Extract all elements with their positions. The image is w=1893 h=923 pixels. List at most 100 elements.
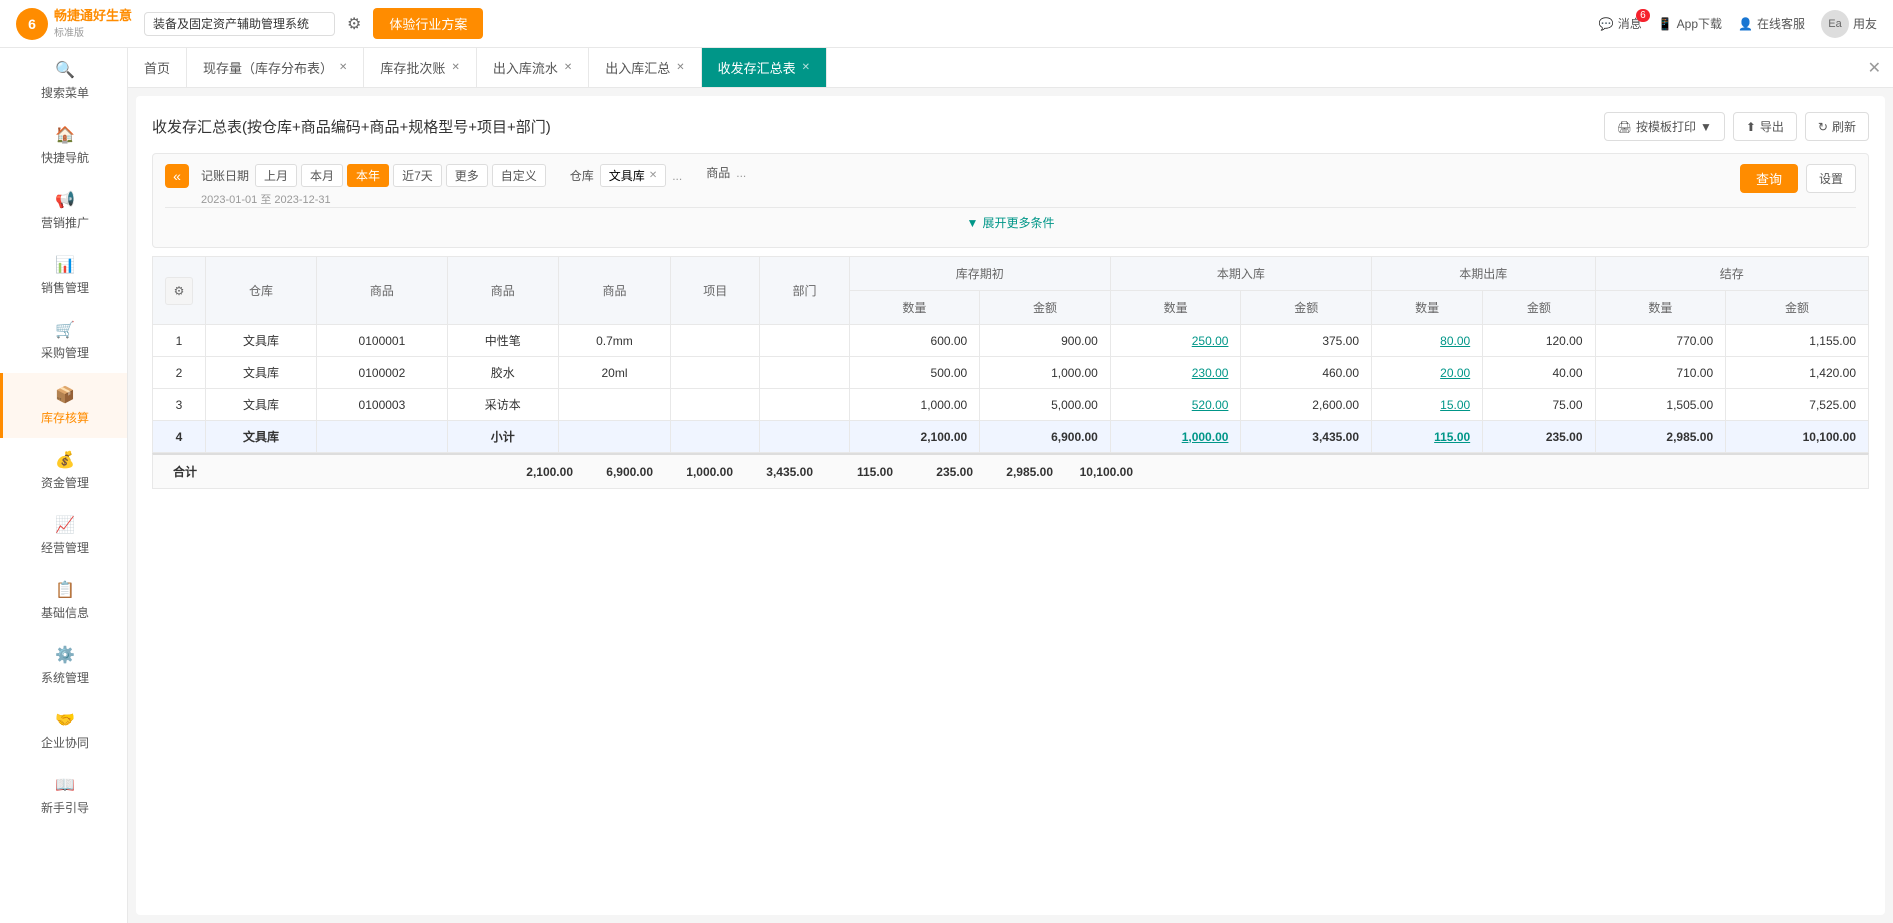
app-download-button[interactable]: 📱 App下载 — [1658, 15, 1722, 32]
cell-in-qty-link[interactable]: 250.00 — [1192, 334, 1229, 348]
search-icon: 🔍 — [55, 60, 75, 80]
cell-in-qty-link[interactable]: 1,000.00 — [1182, 430, 1229, 444]
filter-settings-button[interactable]: 设置 — [1806, 164, 1856, 193]
col-close-qty: 数量 — [1595, 291, 1726, 325]
date-btn-more[interactable]: 更多 — [446, 164, 488, 187]
cell-in-qty-link[interactable]: 520.00 — [1192, 398, 1229, 412]
cell-in-qty: 230.00 — [1110, 357, 1241, 389]
cell-close-amt: 10,100.00 — [1726, 421, 1869, 453]
col-in: 本期入库 — [1110, 257, 1371, 291]
filter-toggle-button[interactable]: « — [165, 164, 189, 188]
query-button[interactable]: 查询 — [1740, 164, 1798, 193]
sidebar-item-operations[interactable]: 📈 经营管理 — [0, 503, 127, 568]
home-icon: 🏠 — [55, 125, 75, 145]
service-icon: 👤 — [1738, 17, 1753, 31]
date-btn-custom[interactable]: 自定义 — [492, 164, 546, 187]
sidebar-item-inventory[interactable]: 📦 库存核算 — [0, 373, 127, 438]
tab-bar: 首页 现存量（库存分布表） ✕ 库存批次账 ✕ 出入库流水 ✕ 出入库汇总 ✕ — [128, 48, 1893, 88]
cell-out-qty: 15.00 — [1372, 389, 1483, 421]
date-btn-this-year[interactable]: 本年 — [347, 164, 389, 187]
trial-button[interactable]: 体验行业方案 — [373, 8, 483, 39]
base-info-icon: 📋 — [55, 580, 75, 600]
sidebar-item-guide[interactable]: 📖 新手引导 — [0, 763, 127, 828]
chevron-down-icon: ▼ — [1700, 120, 1712, 134]
cell-warehouse: 文具库 — [206, 421, 317, 453]
date-btn-this-month[interactable]: 本月 — [301, 164, 343, 187]
cell-open-amt: 6,900.00 — [980, 421, 1111, 453]
cell-out-amt: 40.00 — [1483, 357, 1595, 389]
sales-icon: 📊 — [55, 255, 75, 275]
export-button[interactable]: ⬆ 导出 — [1733, 112, 1797, 141]
warehouse-more[interactable]: ... — [672, 169, 682, 183]
tab-recv-summary[interactable]: 收发存汇总表 ✕ — [702, 48, 827, 87]
cell-open-qty: 2,100.00 — [849, 421, 980, 453]
footer-out-amt: 235.00 — [905, 465, 985, 479]
tab-home[interactable]: 首页 — [128, 48, 187, 87]
tab-batch[interactable]: 库存批次账 ✕ — [364, 48, 476, 87]
warehouse-tag-close[interactable]: ✕ — [649, 170, 657, 181]
cell-warehouse: 文具库 — [206, 325, 317, 357]
tab-close-stock-dist[interactable]: ✕ — [339, 62, 347, 73]
print-button[interactable]: 🖨 按模板打印 ▼ — [1604, 112, 1725, 141]
user-menu[interactable]: Ea 用友 — [1821, 10, 1877, 38]
sidebar-item-finance[interactable]: 💰 资金管理 — [0, 438, 127, 503]
download-icon: 📱 — [1658, 17, 1673, 31]
tab-close-summary[interactable]: ✕ — [676, 62, 684, 73]
expand-conditions-button[interactable]: ▼ 展开更多条件 — [165, 207, 1856, 237]
cell-warehouse: 文具库 — [206, 389, 317, 421]
col-in-amt: 金额 — [1241, 291, 1372, 325]
col-close-amt: 金额 — [1726, 291, 1869, 325]
cell-out-qty-link[interactable]: 20.00 — [1440, 366, 1470, 380]
system-name-select[interactable]: 装备及固定资产辅助管理系统 — [144, 12, 335, 36]
cell-spec: 20ml — [558, 357, 670, 389]
online-service-button[interactable]: 👤 在线客服 — [1738, 15, 1805, 32]
col-warehouse: 仓库 — [206, 257, 317, 325]
cell-out-qty-link[interactable]: 115.00 — [1434, 430, 1470, 444]
cell-project — [671, 357, 760, 389]
sidebar-item-base-info[interactable]: 📋 基础信息 — [0, 568, 127, 633]
col-spec: 商品 — [558, 257, 670, 325]
cell-in-qty: 250.00 — [1110, 325, 1241, 357]
sidebar-item-system[interactable]: ⚙️ 系统管理 — [0, 633, 127, 698]
expand-icon: ▼ — [967, 216, 979, 230]
tab-flow[interactable]: 出入库流水 ✕ — [477, 48, 589, 87]
col-dept: 部门 — [760, 257, 849, 325]
warehouse-label: 仓库 — [570, 167, 594, 184]
col-goods-code: 商品 — [317, 257, 448, 325]
sidebar-item-purchase[interactable]: 🛒 采购管理 — [0, 308, 127, 373]
tab-close-flow[interactable]: ✕ — [564, 62, 572, 73]
cell-project — [671, 389, 760, 421]
date-btn-prev-month[interactable]: 上月 — [255, 164, 297, 187]
logo-subtitle: 标准版 — [54, 24, 132, 39]
cell-in-qty-link[interactable]: 230.00 — [1192, 366, 1229, 380]
cell-out-qty-link[interactable]: 15.00 — [1440, 398, 1470, 412]
goods-more[interactable]: ... — [736, 166, 746, 180]
messages-button[interactable]: 💬 消息 6 — [1599, 15, 1642, 32]
col-out-qty: 数量 — [1372, 291, 1483, 325]
date-btn-7days[interactable]: 近7天 — [393, 164, 442, 187]
cell-in-qty: 1,000.00 — [1110, 421, 1241, 453]
tab-close-batch[interactable]: ✕ — [451, 62, 459, 73]
col-opening: 库存期初 — [849, 257, 1110, 291]
cell-open-amt: 1,000.00 — [980, 357, 1111, 389]
print-icon: 🖨 — [1617, 120, 1632, 134]
footer-close-amt: 10,100.00 — [1065, 465, 1145, 479]
sidebar-item-quick-nav[interactable]: 🏠 快捷导航 — [0, 113, 127, 178]
cell-out-qty-link[interactable]: 80.00 — [1440, 334, 1470, 348]
table-settings-icon[interactable]: ⚙ — [165, 277, 193, 305]
refresh-button[interactable]: ↻ 刷新 — [1805, 112, 1869, 141]
tab-stock-dist[interactable]: 现存量（库存分布表） ✕ — [187, 48, 364, 87]
sidebar-item-marketing[interactable]: 📢 营销推广 — [0, 178, 127, 243]
sidebar-item-search[interactable]: 🔍 搜索菜单 — [0, 48, 127, 113]
toggle-icon: « — [173, 168, 181, 184]
sidebar-item-sales[interactable]: 📊 销售管理 — [0, 243, 127, 308]
settings-icon[interactable]: ⚙ — [347, 14, 361, 34]
cell-close-qty: 1,505.00 — [1595, 389, 1726, 421]
footer-out-qty: 115.00 — [825, 465, 905, 479]
sidebar-item-enterprise[interactable]: 🤝 企业协同 — [0, 698, 127, 763]
tab-close-recv-summary[interactable]: ✕ — [802, 62, 810, 73]
logo-text: 畅捷通好生意 标准版 — [54, 8, 132, 39]
tab-bar-close[interactable]: ✕ — [1856, 58, 1893, 78]
logo-icon: 6 — [16, 8, 48, 40]
tab-summary[interactable]: 出入库汇总 ✕ — [589, 48, 701, 87]
